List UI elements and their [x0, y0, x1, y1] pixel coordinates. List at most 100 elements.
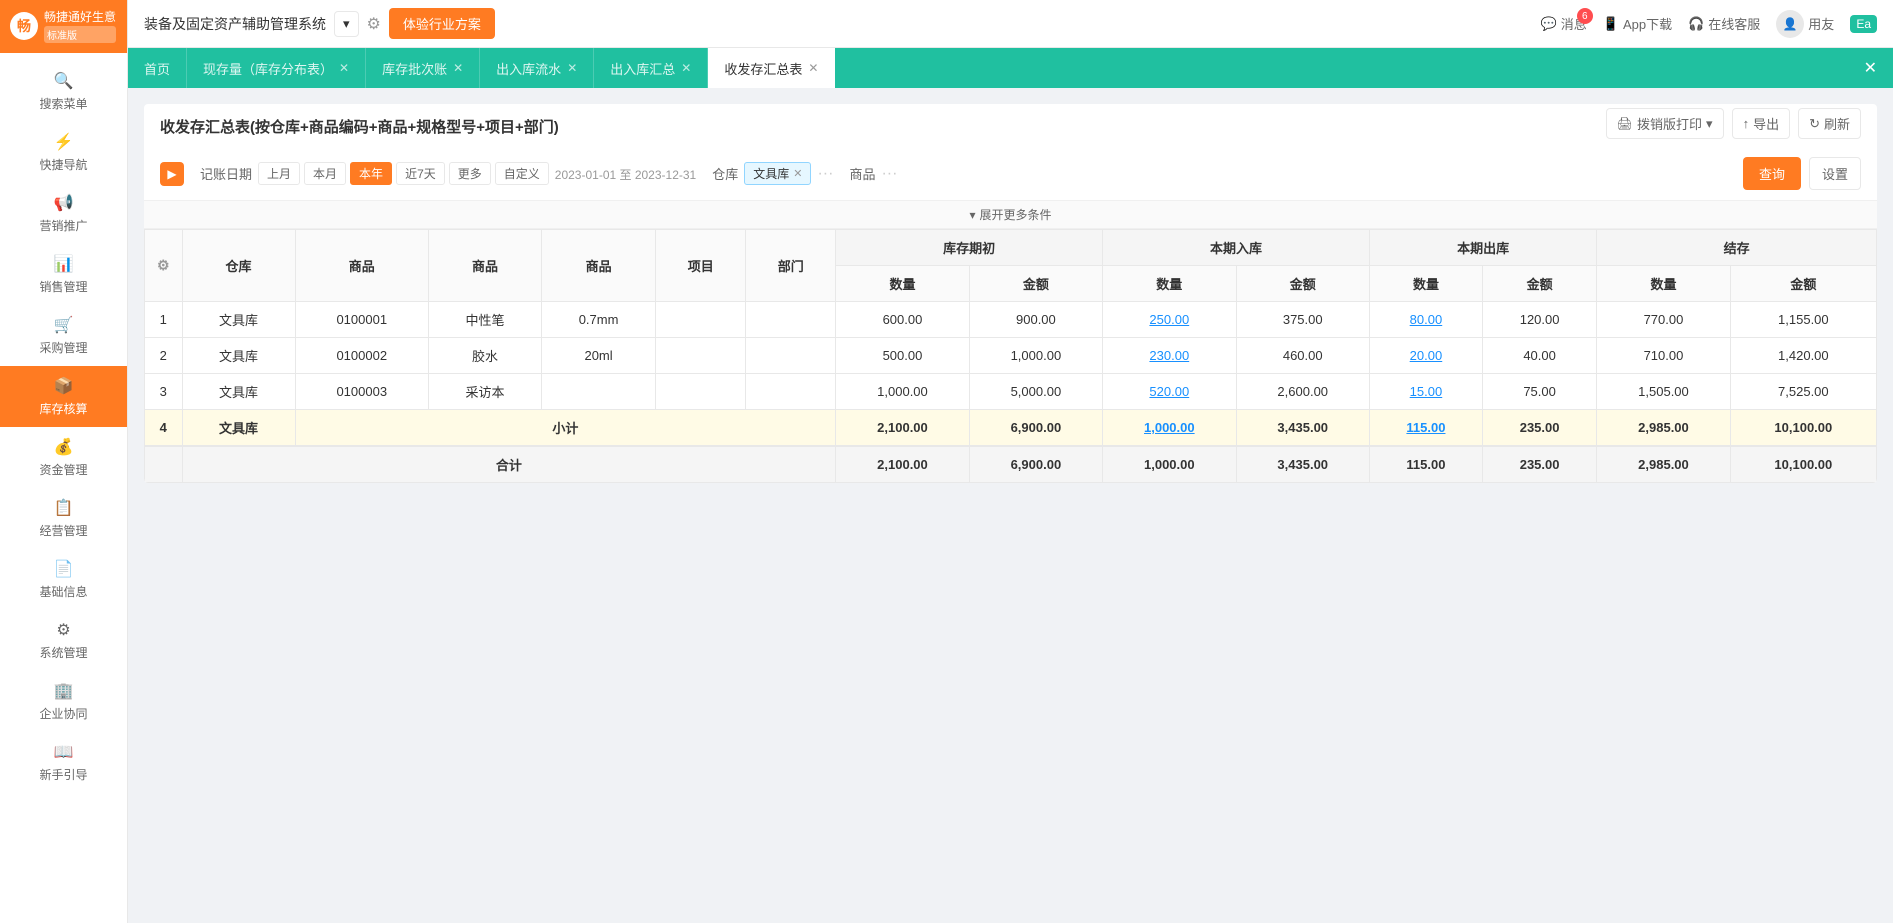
page-section-header: 收发存汇总表(按仓库+商品编码+商品+规格型号+项目+部门) 🖨 拨销版打印 ▾… [144, 104, 1877, 137]
row1-out-amt: 120.00 [1482, 302, 1596, 338]
system-dropdown[interactable]: ▾ [334, 11, 359, 37]
expand-more-btn[interactable]: ▾ 展开更多条件 [969, 206, 1051, 223]
date-range: 2023-01-01 至 2023-12-31 [555, 166, 696, 183]
row1-no: 1 [145, 302, 183, 338]
subtotal-warehouse: 文具库 [182, 410, 295, 447]
sidebar-logo-info: 畅捷通好生意 标准版 [44, 10, 116, 43]
settings-icon[interactable]: ⚙ [367, 14, 381, 34]
total-out-qty: 115.00 [1369, 446, 1482, 483]
date-btn-last-month[interactable]: 上月 [258, 162, 300, 185]
tab-in-out-summary-close[interactable]: ✕ [681, 61, 691, 75]
total-out-amt: 235.00 [1482, 446, 1596, 483]
tab-in-out-flow[interactable]: 出入库流水 ✕ [480, 48, 594, 88]
sidebar-item-quick-nav[interactable]: ⚡ 快捷导航 [0, 122, 127, 183]
row2-in-qty[interactable]: 230.00 [1103, 338, 1236, 374]
query-btn[interactable]: 查询 [1743, 157, 1801, 190]
tab-stock-dist[interactable]: 现存量（库存分布表） ✕ [187, 48, 366, 88]
filter-toggle-btn[interactable]: ▶ [160, 162, 184, 186]
tab-in-out-flow-close[interactable]: ✕ [567, 61, 577, 75]
subtotal-out-amt: 235.00 [1482, 410, 1596, 447]
subtotal-label: 小计 [295, 410, 836, 447]
tab-in-out-summary-label: 出入库汇总 [610, 59, 675, 78]
sidebar-item-sales[interactable]: 📊 销售管理 [0, 244, 127, 305]
filter-actions: 查询 设置 [1743, 157, 1861, 190]
goods-filter-group: 商品 ··· [849, 164, 897, 183]
tab-recv-send-summary[interactable]: 收发存汇总表 ✕ [708, 48, 835, 88]
sidebar-item-purchase[interactable]: 🛒 采购管理 [0, 305, 127, 366]
total-label: 合计 [182, 446, 836, 483]
subtotal-bal-qty: 2,985.00 [1597, 410, 1730, 447]
date-shortcuts: 上月 本月 本年 近7天 更多 自定义 [258, 162, 549, 185]
table-settings-icon[interactable]: ⚙ [157, 257, 170, 273]
subtotal-out-qty[interactable]: 115.00 [1369, 410, 1482, 447]
row2-in-amt: 460.00 [1236, 338, 1369, 374]
sidebar-label-guide: 新手引导 [39, 766, 87, 783]
headset-icon: 🎧 [1688, 16, 1704, 32]
date-btn-this-year[interactable]: 本年 [350, 162, 392, 185]
col-warehouse-header: 仓库 [182, 230, 295, 302]
date-btn-more[interactable]: 更多 [449, 162, 491, 185]
row2-open-qty: 500.00 [836, 338, 969, 374]
app-logo-icon: 畅 [10, 12, 38, 40]
sidebar-item-search[interactable]: 🔍 搜索菜单 [0, 61, 127, 122]
row3-goods-code: 0100003 [295, 374, 428, 410]
sidebar-item-operation[interactable]: 📋 经营管理 [0, 488, 127, 549]
tab-batch-account-close[interactable]: ✕ [453, 61, 463, 75]
tab-stock-dist-close[interactable]: ✕ [339, 61, 349, 75]
sidebar-item-guide[interactable]: 📖 新手引导 [0, 732, 127, 793]
row1-open-qty: 600.00 [836, 302, 969, 338]
app-download-btn[interactable]: 📱 App下载 [1603, 14, 1672, 33]
row1-in-qty[interactable]: 250.00 [1103, 302, 1236, 338]
date-btn-7days[interactable]: 近7天 [396, 162, 445, 185]
row3-open-qty: 1,000.00 [836, 374, 969, 410]
messages-btn[interactable]: 💬 消息 6 [1541, 14, 1587, 33]
refresh-btn[interactable]: ↻ 刷新 [1798, 108, 1861, 139]
sidebar-item-finance[interactable]: 💰 资金管理 [0, 427, 127, 488]
warehouse-filter-more[interactable]: ··· [817, 165, 833, 183]
operation-icon: 📋 [54, 498, 74, 518]
row3-department [746, 374, 836, 410]
goods-filter-more[interactable]: ··· [881, 165, 897, 183]
row2-out-qty[interactable]: 20.00 [1369, 338, 1482, 374]
export-btn[interactable]: ↑ 导出 [1732, 108, 1791, 139]
sidebar-item-enterprise[interactable]: 🏢 企业协同 [0, 671, 127, 732]
tab-in-out-summary[interactable]: 出入库汇总 ✕ [594, 48, 708, 88]
subtotal-in-amt: 3,435.00 [1236, 410, 1369, 447]
row3-out-qty[interactable]: 15.00 [1369, 374, 1482, 410]
table-row: 2 文具库 0100002 胶水 20ml 500.00 1,000.00 23… [145, 338, 1877, 374]
subtotal-open-qty: 2,100.00 [836, 410, 969, 447]
tab-home[interactable]: 首页 [128, 48, 187, 88]
row1-out-qty[interactable]: 80.00 [1369, 302, 1482, 338]
sidebar-item-marketing[interactable]: 📢 营销推广 [0, 183, 127, 244]
col-settings-header[interactable]: ⚙ [145, 230, 183, 302]
subtotal-no: 4 [145, 410, 183, 447]
date-btn-custom[interactable]: 自定义 [495, 162, 549, 185]
print-btn[interactable]: 🖨 拨销版打印 ▾ [1606, 108, 1724, 139]
enterprise-icon: 🏢 [54, 681, 74, 701]
row3-in-qty[interactable]: 520.00 [1103, 374, 1236, 410]
sidebar-item-system[interactable]: ⚙ 系统管理 [0, 610, 127, 671]
page-section: 收发存汇总表(按仓库+商品编码+商品+规格型号+项目+部门) 🖨 拨销版打印 ▾… [144, 104, 1877, 483]
online-service-btn[interactable]: 🎧 在线客服 [1688, 14, 1760, 33]
warehouse-tag-close[interactable]: ✕ [793, 167, 802, 180]
export-icon: ↑ [1743, 116, 1750, 131]
content-area: 收发存汇总表(按仓库+商品编码+商品+规格型号+项目+部门) 🖨 拨销版打印 ▾… [128, 88, 1893, 923]
date-btn-this-month[interactable]: 本月 [304, 162, 346, 185]
row1-open-amt: 900.00 [969, 302, 1102, 338]
tabbar-close-all[interactable]: ✕ [1848, 58, 1893, 78]
tab-batch-account[interactable]: 库存批次账 ✕ [366, 48, 480, 88]
sidebar-item-base-info[interactable]: 📄 基础信息 [0, 549, 127, 610]
row1-bal-qty: 770.00 [1597, 302, 1730, 338]
warehouse-label: 仓库 [712, 164, 738, 183]
sidebar-item-inventory[interactable]: 📦 库存核算 [0, 366, 127, 427]
tab-recv-send-summary-close[interactable]: ✕ [808, 61, 818, 75]
chevron-down-icon: ▾ [969, 208, 975, 222]
filter-settings-btn[interactable]: 设置 [1809, 157, 1861, 190]
user-profile-btn[interactable]: 👤 用友 [1776, 10, 1834, 38]
row3-no: 3 [145, 374, 183, 410]
refresh-icon: ↻ [1809, 116, 1820, 132]
subtotal-in-qty[interactable]: 1,000.00 [1103, 410, 1236, 447]
trial-btn[interactable]: 体验行业方案 [389, 8, 495, 39]
row3-bal-qty: 1,505.00 [1597, 374, 1730, 410]
col-bal-qty-header: 数量 [1597, 266, 1730, 302]
